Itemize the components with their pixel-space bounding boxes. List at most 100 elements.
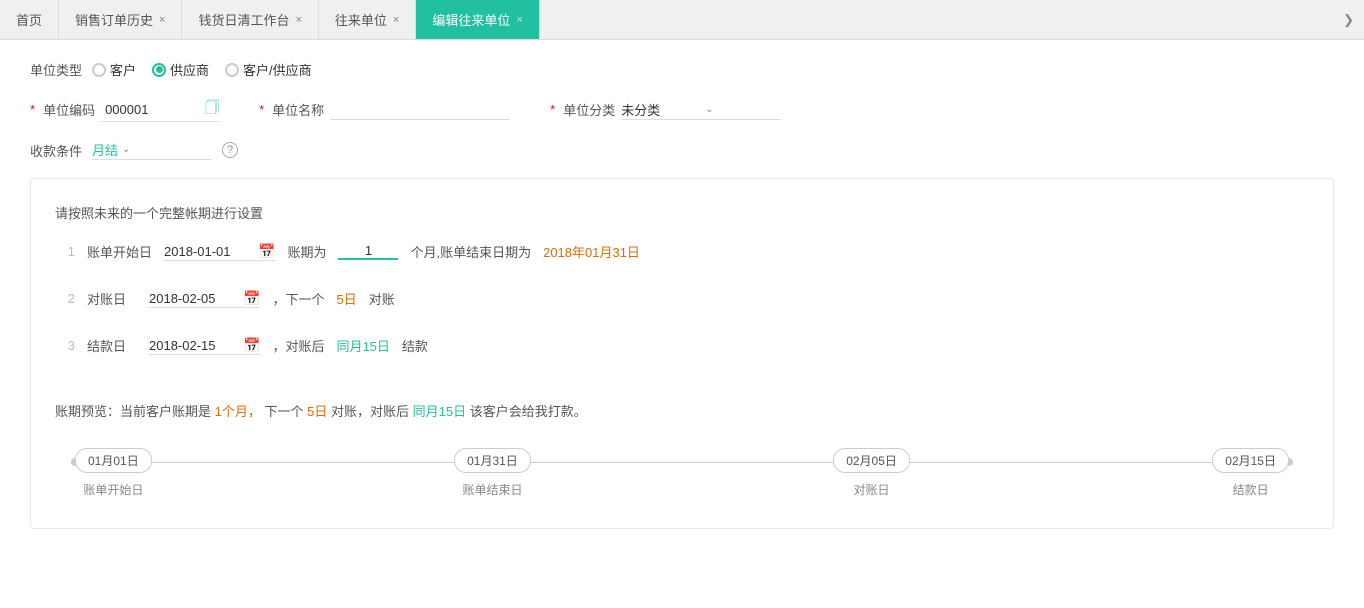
start-date-cal-icon[interactable]: 📅: [258, 243, 275, 260]
code-label: 单位编码: [43, 100, 95, 119]
row-num-1: 1: [55, 244, 75, 259]
tab-sales-history[interactable]: 销售订单历史 ×: [59, 0, 182, 39]
tab-edit-counterpart-label: 编辑往来单位: [432, 10, 510, 29]
timeline-label-1: 账单开始日: [83, 481, 143, 498]
row-type-3: 结款日: [87, 336, 137, 355]
recon-date-wrap: 📅: [149, 290, 260, 308]
tab-edit-counterpart-close[interactable]: ×: [516, 14, 522, 26]
preview-part2-prefix: 下一个: [265, 404, 304, 419]
period-end: 2018年01月31日: [543, 242, 640, 261]
fields-row: * 单位编码 🗍 * 单位名称 河南供应商22 * 单位分类 未分类 ⌄: [30, 97, 1334, 122]
pay-date-cal-icon[interactable]: 📅: [243, 337, 260, 354]
radio-both[interactable]: 客户/供应商: [225, 60, 312, 79]
category-select[interactable]: 未分类 ⌄: [621, 100, 781, 120]
period-input[interactable]: [338, 243, 398, 260]
tab-counterpart[interactable]: 往来单位 ×: [319, 0, 416, 39]
timeline-label-4: 结款日: [1233, 481, 1269, 498]
row-type-1: 账单开始日: [87, 242, 152, 261]
radio-supplier-circle: [152, 63, 166, 77]
tab-cash-work[interactable]: 钱货日清工作台 ×: [182, 0, 318, 39]
row-type-2: 对账日: [87, 289, 137, 308]
preview-part1: 1个月，: [215, 404, 261, 419]
setting-row-2: 2 对账日 📅 ，下一个 5日 对账: [55, 289, 1309, 308]
pay-date-wrap: 📅: [149, 337, 260, 355]
tab-home[interactable]: 首页: [0, 0, 59, 39]
timeline-point-1: 01月01日 账单开始日: [75, 448, 152, 498]
timeline-point-2: 01月31日 账单结束日: [454, 448, 531, 498]
recon-desc-prefix: ，下一个: [272, 289, 324, 308]
category-required: *: [550, 102, 555, 117]
timeline-container: 01月01日 账单开始日 01月31日 账单结束日 02月05日 对账日: [55, 448, 1309, 498]
tab-sales-history-label: 销售订单历史: [75, 10, 153, 29]
code-copy-icon[interactable]: 🗍: [205, 97, 219, 121]
name-input[interactable]: 河南供应商22: [330, 100, 510, 120]
payment-chevron-icon: ⌄: [122, 144, 130, 155]
code-input[interactable]: [101, 100, 201, 119]
tabs-bar: 首页 销售订单历史 × 钱货日清工作台 × 往来单位 × 编辑往来单位 × ❯: [0, 0, 1364, 40]
tab-cash-work-label: 钱货日清工作台: [198, 10, 289, 29]
preview-label: 账期预览：当前客户账期是: [55, 404, 211, 419]
start-date-wrap: 📅: [164, 243, 275, 261]
timeline-label-2: 账单结束日: [462, 481, 522, 498]
pay-desc-highlight: 同月15日: [336, 336, 389, 355]
unit-type-row: 单位类型 客户 供应商 客户/供应商: [30, 60, 1334, 79]
timeline-node-1: 01月01日: [75, 448, 152, 473]
tab-sales-history-close[interactable]: ×: [159, 14, 165, 26]
payment-value: 月结: [92, 140, 118, 159]
setting-row-1: 1 账单开始日 📅 账期为 个月,账单结束日期为 2018年01月31日: [55, 242, 1309, 261]
recon-date-cal-icon[interactable]: 📅: [243, 290, 260, 307]
tab-cash-work-close[interactable]: ×: [295, 14, 301, 26]
settings-box: 请按照未来的一个完整帐期进行设置 1 账单开始日 📅 账期为 个月,账单结束日期…: [30, 178, 1334, 529]
payment-label: 收款条件: [30, 141, 82, 160]
recon-date-input[interactable]: [149, 291, 239, 306]
preview-text: 账期预览：当前客户账期是 1个月， 下一个 5日 对账，对账后 同月15日 该客…: [55, 401, 1309, 420]
timeline-points: 01月01日 账单开始日 01月31日 账单结束日 02月05日 对账日: [75, 448, 1289, 498]
radio-supplier[interactable]: 供应商: [152, 60, 209, 79]
radio-supplier-inner: [156, 66, 163, 73]
preview-section: 账期预览：当前客户账期是 1个月， 下一个 5日 对账，对账后 同月15日 该客…: [55, 383, 1309, 498]
preview-part2-highlight: 5日: [307, 404, 327, 419]
radio-customer-circle: [92, 63, 106, 77]
timeline-node-3: 02月05日: [833, 448, 910, 473]
pay-desc-suffix: 结款: [402, 336, 428, 355]
setting-row-3: 3 结款日 📅 ，对账后 同月15日 结款: [55, 336, 1309, 355]
payment-select[interactable]: 月结 ⌄: [92, 140, 212, 160]
tab-expand-button[interactable]: ❯: [1333, 0, 1364, 39]
radio-supplier-label: 供应商: [170, 60, 209, 79]
radio-customer-label: 客户: [110, 60, 136, 79]
period-unit: 个月,账单结束日期为: [410, 242, 531, 261]
radio-both-label: 客户/供应商: [243, 60, 312, 79]
timeline-label-3: 对账日: [854, 481, 890, 498]
tab-home-label: 首页: [16, 10, 42, 29]
code-field-group: * 单位编码 🗍: [30, 97, 219, 122]
category-chevron-icon: ⌄: [705, 104, 713, 115]
name-required: *: [259, 102, 264, 117]
timeline-point-4: 02月15日 结款日: [1212, 448, 1289, 498]
preview-part3-suffix: 该客户会给我打款。: [470, 404, 587, 419]
payment-help-icon[interactable]: ?: [222, 142, 238, 158]
unit-type-label: 单位类型: [30, 60, 82, 79]
tab-edit-counterpart[interactable]: 编辑往来单位 ×: [416, 0, 539, 39]
timeline-node-2: 01月31日: [454, 448, 531, 473]
category-field-group: * 单位分类 未分类 ⌄: [550, 100, 781, 120]
category-value: 未分类: [621, 100, 701, 119]
recon-desc-suffix: 对账: [369, 289, 395, 308]
pay-date-input[interactable]: [149, 338, 239, 353]
tab-counterpart-close[interactable]: ×: [393, 14, 399, 26]
tab-counterpart-label: 往来单位: [335, 10, 387, 29]
radio-both-circle: [225, 63, 239, 77]
radio-group: 客户 供应商 客户/供应商: [92, 60, 312, 79]
preview-part3-highlight: 同月15日: [413, 404, 466, 419]
name-label: 单位名称: [272, 100, 324, 119]
settings-title: 请按照未来的一个完整帐期进行设置: [55, 203, 1309, 222]
timeline-node-4: 02月15日: [1212, 448, 1289, 473]
radio-customer[interactable]: 客户: [92, 60, 136, 79]
row-num-3: 3: [55, 338, 75, 353]
start-date-input[interactable]: [164, 244, 254, 259]
name-field-group: * 单位名称 河南供应商22: [259, 100, 510, 120]
payment-row: 收款条件 月结 ⌄ ?: [30, 140, 1334, 160]
code-input-wrap: 🗍: [101, 97, 219, 122]
pay-desc-prefix: ，对账后: [272, 336, 324, 355]
recon-desc-highlight: 5日: [336, 289, 356, 308]
timeline-point-3: 02月05日 对账日: [833, 448, 910, 498]
